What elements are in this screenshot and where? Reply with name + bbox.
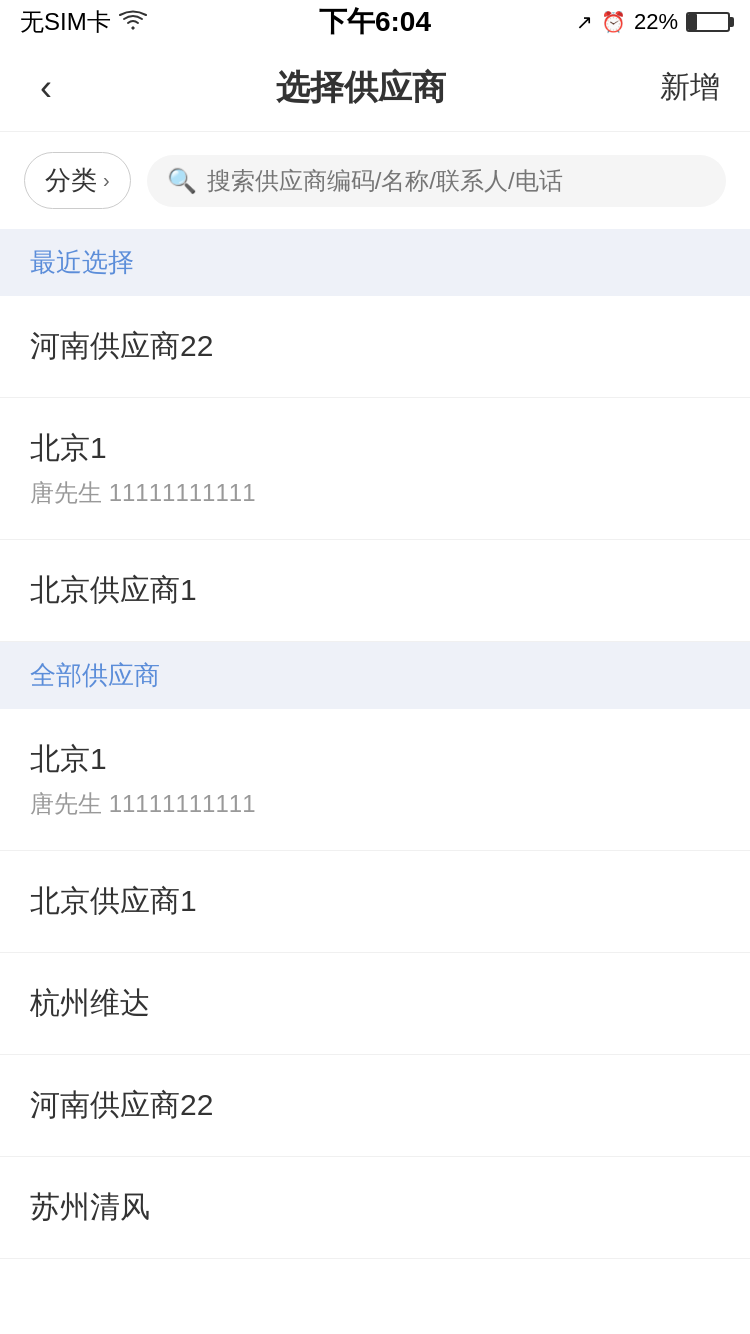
status-left: 无SIM卡 — [20, 6, 147, 38]
category-label: 分类 — [45, 163, 97, 198]
status-right: ↗ ⏰ 22% — [576, 9, 730, 35]
item-name: 北京供应商1 — [30, 570, 720, 611]
nav-bar: ‹ 选择供应商 新增 — [0, 44, 750, 132]
battery-percent: 22% — [634, 9, 678, 35]
item-name: 苏州清风 — [30, 1187, 720, 1228]
recent-list: 河南供应商22 北京1 唐先生 11111111111 北京供应商1 — [0, 296, 750, 642]
recent-list-item[interactable]: 北京1 唐先生 11111111111 — [0, 398, 750, 540]
item-name: 北京1 — [30, 428, 720, 469]
category-button[interactable]: 分类 › — [24, 152, 131, 209]
chevron-right-icon: › — [103, 169, 110, 192]
carrier-text: 无SIM卡 — [20, 6, 111, 38]
recent-list-item[interactable]: 北京供应商1 — [0, 540, 750, 642]
search-box: 🔍 — [147, 155, 726, 207]
location-icon: ↗ — [576, 10, 593, 34]
filter-bar: 分类 › 🔍 — [0, 132, 750, 229]
wifi-icon — [119, 8, 147, 36]
all-section-header: 全部供应商 — [0, 642, 750, 709]
all-list-item[interactable]: 北京供应商1 — [0, 851, 750, 953]
item-name: 河南供应商22 — [30, 326, 720, 367]
status-bar: 无SIM卡 下午6:04 ↗ ⏰ 22% — [0, 0, 750, 44]
battery-icon — [686, 12, 730, 32]
search-input[interactable] — [207, 167, 706, 195]
add-button[interactable]: 新增 — [660, 67, 720, 108]
item-sub: 唐先生 11111111111 — [30, 477, 720, 509]
alarm-icon: ⏰ — [601, 10, 626, 34]
all-section-title: 全部供应商 — [30, 660, 160, 690]
status-time: 下午6:04 — [319, 3, 431, 41]
all-list-item[interactable]: 苏州清风 — [0, 1157, 750, 1259]
item-name: 河南供应商22 — [30, 1085, 720, 1126]
back-button[interactable]: ‹ — [30, 57, 62, 119]
all-list-item[interactable]: 北京1 唐先生 11111111111 — [0, 709, 750, 851]
recent-list-item[interactable]: 河南供应商22 — [0, 296, 750, 398]
recent-section-header: 最近选择 — [0, 229, 750, 296]
all-list: 北京1 唐先生 11111111111 北京供应商1 杭州维达河南供应商22 苏州清风 — [0, 709, 750, 1259]
page-title: 选择供应商 — [276, 65, 446, 111]
item-name: 杭州维达 — [30, 983, 720, 1024]
search-icon: 🔍 — [167, 167, 197, 195]
item-name: 北京供应商1 — [30, 881, 720, 922]
item-name: 北京1 — [30, 739, 720, 780]
all-list-item[interactable]: 杭州维达 — [0, 953, 750, 1055]
item-sub: 唐先生 11111111111 — [30, 788, 720, 820]
all-list-item[interactable]: 河南供应商22 — [0, 1055, 750, 1157]
recent-section-title: 最近选择 — [30, 247, 134, 277]
